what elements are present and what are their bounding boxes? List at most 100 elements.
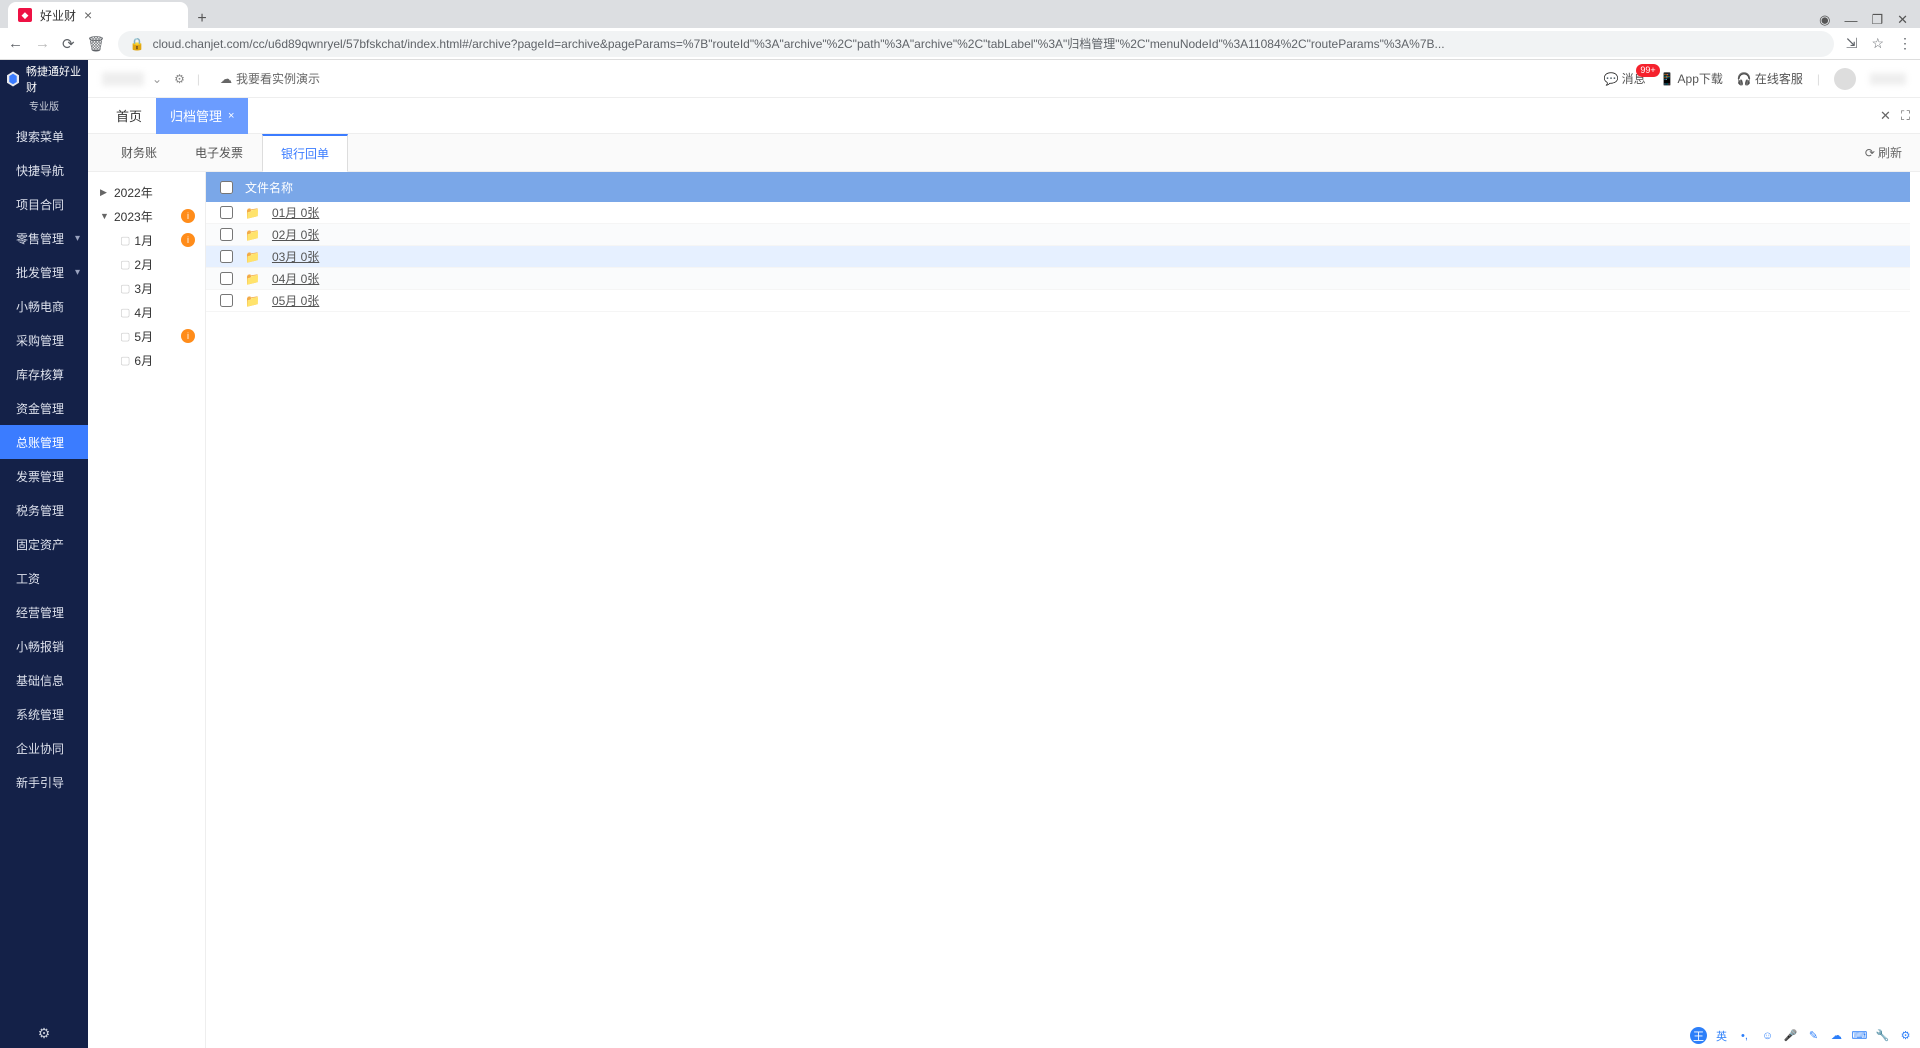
- app-download-button[interactable]: 📱 App下载: [1660, 70, 1723, 87]
- sidebar-item[interactable]: 快捷导航: [0, 153, 88, 187]
- account-icon[interactable]: ◉: [1819, 12, 1830, 28]
- sidebar-item[interactable]: 固定资产: [0, 527, 88, 561]
- trash-icon[interactable]: 🗑: [87, 35, 106, 53]
- menu-icon[interactable]: ⋮: [1898, 35, 1912, 52]
- tab-home[interactable]: 首页: [102, 98, 156, 134]
- sidebar-item-label: 新手引导: [16, 774, 64, 791]
- sidebar-item[interactable]: 采购管理: [0, 323, 88, 357]
- star-icon[interactable]: ☆: [1871, 35, 1884, 52]
- demo-link[interactable]: ☁ 我要看实例演示: [220, 70, 320, 87]
- file-name-link[interactable]: 03月 0张: [272, 248, 319, 265]
- sidebar-item[interactable]: 系统管理: [0, 697, 88, 731]
- tree-node-month[interactable]: ▢ 1月 i: [88, 228, 205, 252]
- sidebar-item[interactable]: 工资: [0, 561, 88, 595]
- refresh-icon: ⟳: [1865, 146, 1875, 160]
- sidebar-item[interactable]: 小畅报销: [0, 629, 88, 663]
- table-row[interactable]: 📁 03月 0张: [206, 246, 1910, 268]
- sidebar-item[interactable]: 资金管理: [0, 391, 88, 425]
- tab-archive[interactable]: 归档管理 ×: [156, 98, 248, 134]
- back-icon[interactable]: ←: [8, 35, 23, 52]
- tree-node-month[interactable]: ▢ 3月: [88, 276, 205, 300]
- close-all-tabs-icon[interactable]: ✕: [1880, 108, 1891, 124]
- messages-button[interactable]: 💬 消息 99+: [1604, 70, 1646, 87]
- sidebar-item[interactable]: 搜索菜单: [0, 119, 88, 153]
- sidebar-item-label: 固定资产: [16, 536, 64, 553]
- gear-icon[interactable]: ⚙: [174, 72, 185, 86]
- file-name-link[interactable]: 01月 0张: [272, 204, 319, 221]
- sidebar-item-label: 批发管理: [16, 264, 64, 281]
- row-checkbox[interactable]: [220, 228, 233, 241]
- tree-node-month[interactable]: ▢ 5月 i: [88, 324, 205, 348]
- sidebar-item[interactable]: 基础信息: [0, 663, 88, 697]
- minimize-icon[interactable]: —: [1844, 13, 1857, 28]
- sidebar-item-label: 小畅报销: [16, 638, 64, 655]
- sidebar-item[interactable]: 新手引导: [0, 765, 88, 799]
- install-icon[interactable]: ⇲: [1846, 35, 1858, 52]
- sidebar-item-label: 基础信息: [16, 672, 64, 689]
- table-row[interactable]: 📁 02月 0张: [206, 224, 1910, 246]
- tree-node-month[interactable]: ▢ 2月: [88, 252, 205, 276]
- sidebar-item[interactable]: 企业协同: [0, 731, 88, 765]
- tree-node-2022[interactable]: ▶ 2022年: [88, 180, 205, 204]
- sidebar-item[interactable]: 经营管理: [0, 595, 88, 629]
- sidebar-item[interactable]: 小畅电商: [0, 289, 88, 323]
- row-checkbox[interactable]: [220, 250, 233, 263]
- fullscreen-icon[interactable]: ⛶: [1901, 108, 1910, 124]
- logo[interactable]: 畅捷通好业财: [0, 60, 88, 98]
- sidebar-item[interactable]: 税务管理: [0, 493, 88, 527]
- close-tab-icon[interactable]: ×: [84, 7, 92, 23]
- subtab-invoice[interactable]: 电子发票: [176, 134, 262, 171]
- sidebar-item[interactable]: 零售管理▾: [0, 221, 88, 255]
- ime-tool-icon[interactable]: 🔧: [1874, 1027, 1891, 1044]
- table-row[interactable]: 📁 04月 0张: [206, 268, 1910, 290]
- select-all-checkbox[interactable]: [220, 181, 233, 194]
- tree-node-month[interactable]: ▢ 4月: [88, 300, 205, 324]
- sidebar-item[interactable]: 总账管理: [0, 425, 88, 459]
- sidebar-item[interactable]: 库存核算: [0, 357, 88, 391]
- url-field[interactable]: 🔒 cloud.chanjet.com/cc/u6d89qwnryel/57bf…: [118, 31, 1834, 57]
- ime-mic-icon[interactable]: 🎤: [1782, 1027, 1799, 1044]
- sidebar-item[interactable]: 批发管理▾: [0, 255, 88, 289]
- ime-settings-icon[interactable]: ⚙: [1897, 1027, 1914, 1044]
- folder-icon: 📁: [245, 272, 260, 286]
- close-tab-icon[interactable]: ×: [228, 110, 234, 122]
- ime-punct-icon[interactable]: •,: [1736, 1027, 1753, 1044]
- sidebar-item[interactable]: 项目合同: [0, 187, 88, 221]
- row-checkbox[interactable]: [220, 272, 233, 285]
- favicon: ◆: [18, 8, 32, 22]
- row-checkbox[interactable]: [220, 206, 233, 219]
- ime-lang[interactable]: 英: [1713, 1027, 1730, 1044]
- sidebar-item-label: 项目合同: [16, 196, 64, 213]
- refresh-button[interactable]: ⟳ 刷新: [1865, 144, 1902, 161]
- settings-gear-icon[interactable]: ⚙: [0, 1018, 88, 1048]
- ime-emoji-icon[interactable]: ☺: [1759, 1027, 1776, 1044]
- row-checkbox[interactable]: [220, 294, 233, 307]
- subtab-finance[interactable]: 财务账: [102, 134, 176, 171]
- browser-tab-strip: ◆ 好业财 × + ◉ — ❐ ✕: [0, 0, 1920, 28]
- file-name-link[interactable]: 04月 0张: [272, 270, 319, 287]
- sidebar-item[interactable]: 发票管理: [0, 459, 88, 493]
- browser-tab[interactable]: ◆ 好业财 ×: [8, 2, 188, 28]
- close-window-icon[interactable]: ✕: [1897, 12, 1908, 28]
- ime-main-icon[interactable]: 王: [1690, 1027, 1707, 1044]
- sidebar-item-label: 库存核算: [16, 366, 64, 383]
- reload-icon[interactable]: ⟳: [62, 35, 75, 53]
- avatar[interactable]: [1834, 68, 1856, 90]
- messages-badge: 99+: [1636, 64, 1659, 77]
- ime-skin-icon[interactable]: ✎: [1805, 1027, 1822, 1044]
- file-name-link[interactable]: 05月 0张: [272, 292, 319, 309]
- company-selector[interactable]: ⌄: [102, 72, 162, 86]
- ime-keyboard-icon[interactable]: ⌨: [1851, 1027, 1868, 1044]
- online-support-button[interactable]: 🎧 在线客服: [1737, 70, 1803, 87]
- new-tab-button[interactable]: +: [188, 10, 216, 28]
- sub-tabs: 财务账 电子发票 银行回单 ⟳ 刷新: [88, 134, 1920, 172]
- tree-node-month[interactable]: ▢ 6月: [88, 348, 205, 372]
- file-name-link[interactable]: 02月 0张: [272, 226, 319, 243]
- ime-cloud-icon[interactable]: ☁: [1828, 1027, 1845, 1044]
- tree-node-2023[interactable]: ▼ 2023年 i: [88, 204, 205, 228]
- forward-icon[interactable]: →: [35, 35, 50, 52]
- table-row[interactable]: 📁 01月 0张: [206, 202, 1910, 224]
- maximize-icon[interactable]: ❐: [1871, 12, 1883, 28]
- table-row[interactable]: 📁 05月 0张: [206, 290, 1910, 312]
- subtab-bank-receipt[interactable]: 银行回单: [262, 134, 348, 172]
